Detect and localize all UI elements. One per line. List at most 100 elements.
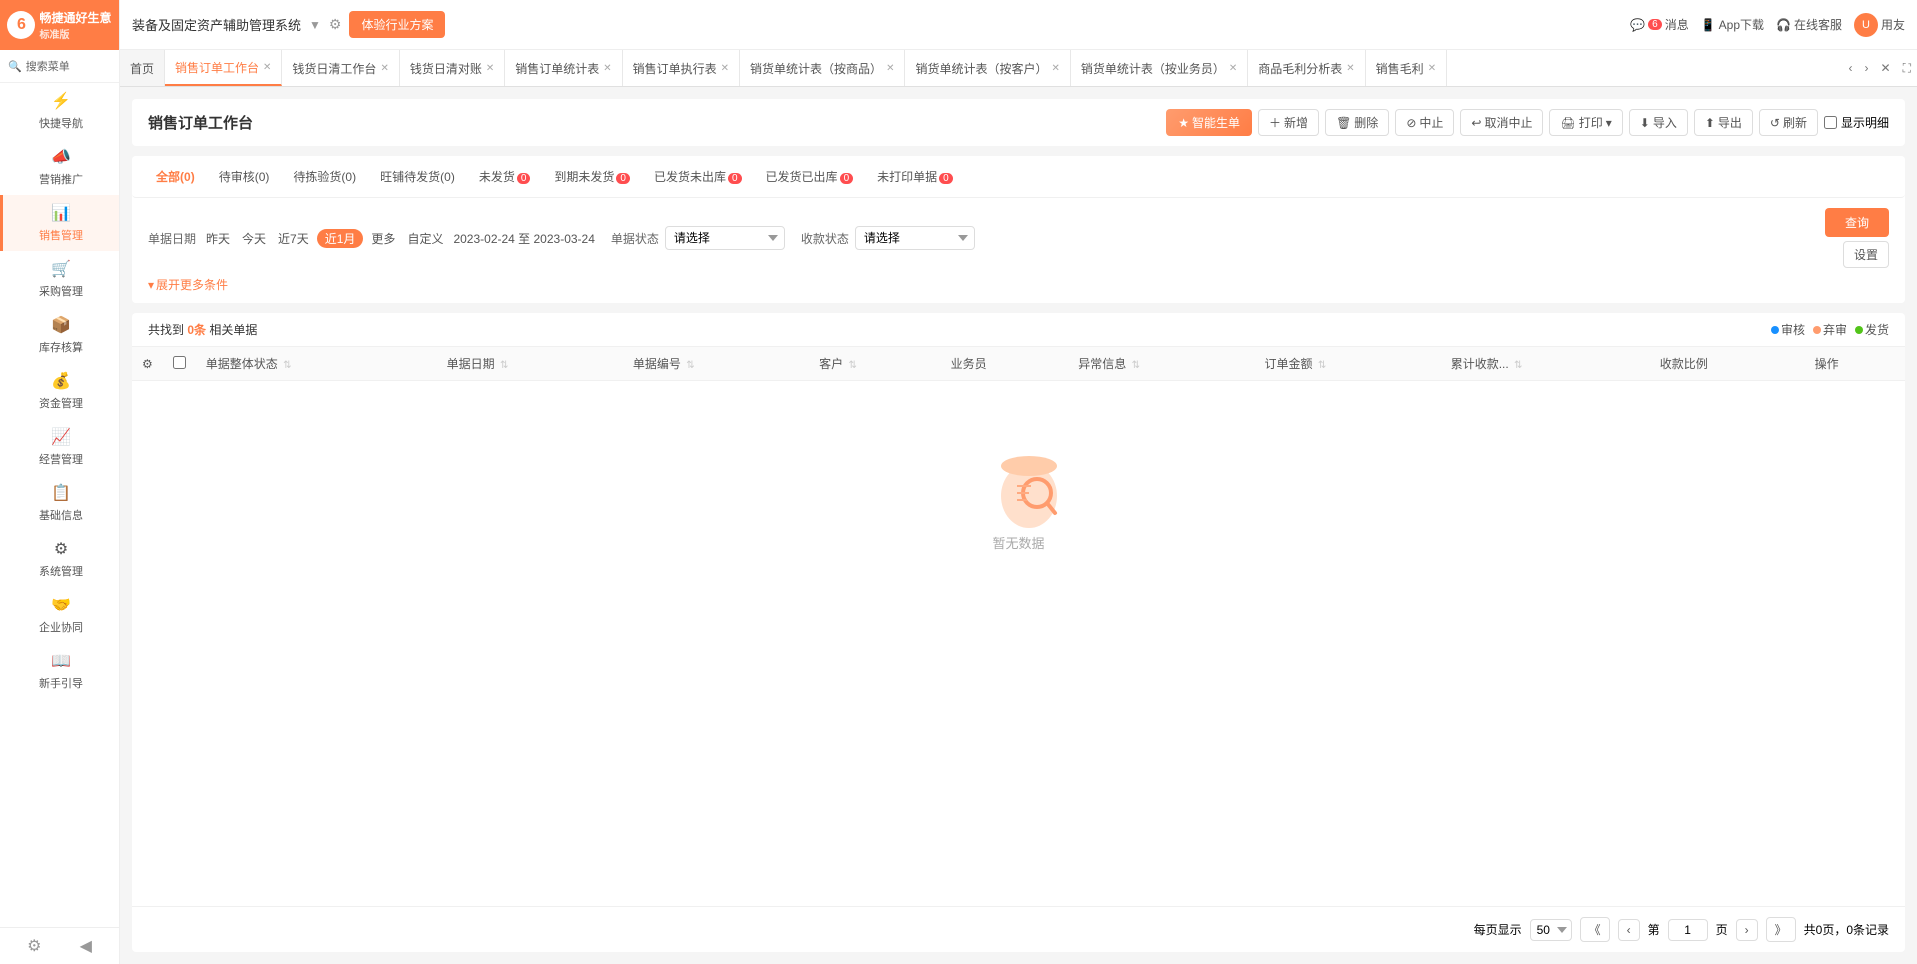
smart-generate-btn[interactable]: ★ 智能生单 xyxy=(1166,109,1252,136)
table-scroll-wrap[interactable]: ⚙ 单据整体状态 ⇅ 单据日期 ⇅ 单据编号 xyxy=(132,347,1905,906)
col-doc-date-label: 单据日期 xyxy=(447,357,495,371)
sidebar-item-operations[interactable]: 📈 经营管理 xyxy=(0,419,119,475)
delete-btn[interactable]: 🗑 删除 xyxy=(1325,109,1389,136)
sidebar-item-cooperation[interactable]: 🤝 企业协同 xyxy=(0,587,119,643)
sub-tab-expired-not-shipped[interactable]: 到期未发货0 xyxy=(542,164,642,189)
last-page-btn[interactable]: 》 xyxy=(1766,917,1796,942)
unreview-btn[interactable]: 弃审 xyxy=(1813,321,1847,338)
next-page-btn[interactable]: › xyxy=(1736,919,1758,941)
topbar-settings-icon[interactable]: ⚙ xyxy=(329,16,342,33)
tab-sales-order-exec[interactable]: 销售订单执行表 ✕ xyxy=(623,50,740,86)
ship-btn[interactable]: 发货 xyxy=(1855,321,1889,338)
sub-tab-not-shipped[interactable]: 未发货0 xyxy=(467,164,543,189)
expand-more-btn[interactable]: ▾ 展开更多条件 xyxy=(148,276,228,293)
sidebar-item-marketing[interactable]: 📣 营销推广 xyxy=(0,139,119,195)
col-abnormal-sort-icon[interactable]: ⇅ xyxy=(1132,360,1140,371)
tab-close-all-icon[interactable]: ✕ xyxy=(1875,50,1897,86)
user-btn[interactable]: U 用友 xyxy=(1854,13,1905,37)
col-settings[interactable]: ⚙ xyxy=(132,347,163,381)
col-doc-status-sort-icon[interactable]: ⇅ xyxy=(283,360,291,371)
col-customer-sort-icon[interactable]: ⇅ xyxy=(848,360,856,371)
show-detail-label[interactable]: 显示明细 xyxy=(1824,114,1889,131)
col-checkbox[interactable] xyxy=(163,347,196,381)
filter-payment-select[interactable]: 请选择 xyxy=(855,226,975,250)
col-order-amount-sort-icon[interactable]: ⇅ xyxy=(1318,360,1326,371)
date-shortcut-today[interactable]: 今天 xyxy=(238,229,270,248)
date-shortcut-last7[interactable]: 近7天 xyxy=(274,229,313,248)
sidebar-item-basic-info[interactable]: 📋 基础信息 xyxy=(0,475,119,531)
select-all-checkbox[interactable] xyxy=(173,356,186,369)
first-page-btn[interactable]: 《 xyxy=(1580,917,1610,942)
tab-sales-stat-staff[interactable]: 销货单统计表（按业务员） ✕ xyxy=(1071,50,1248,86)
tab-close-icon-4[interactable]: ✕ xyxy=(603,63,611,74)
print-btn[interactable]: 🖨 打印 ▾ xyxy=(1549,109,1622,136)
col-collected-sort-icon[interactable]: ⇅ xyxy=(1514,360,1522,371)
message-btn[interactable]: 💬 6 消息 xyxy=(1630,16,1689,33)
refresh-btn[interactable]: ↺ 刷新 xyxy=(1759,109,1818,136)
sidebar-collapse-icon[interactable]: ◀ xyxy=(80,936,92,956)
add-btn[interactable]: ＋ 新增 xyxy=(1258,109,1319,136)
col-doc-no-sort-icon[interactable]: ⇅ xyxy=(686,360,694,371)
col-doc-date-sort-icon[interactable]: ⇅ xyxy=(500,360,508,371)
prev-page-btn[interactable]: ‹ xyxy=(1618,919,1640,941)
tab-sales-order-workbench[interactable]: 销售订单工作台 ✕ xyxy=(165,50,282,86)
sidebar-item-sales[interactable]: 📊 销售管理 xyxy=(0,195,119,251)
topbar-dropdown-icon[interactable]: ▼ xyxy=(309,18,321,32)
tab-scroll-left-icon[interactable]: ‹ xyxy=(1843,50,1859,86)
sidebar-item-quick-nav[interactable]: ⚡ 快捷导航 xyxy=(0,83,119,139)
tab-close-icon-6[interactable]: ✕ xyxy=(886,63,894,74)
date-shortcut-last1m[interactable]: 近1月 xyxy=(317,229,364,248)
tab-expand-icon[interactable]: ⛶ xyxy=(1897,50,1917,86)
online-service-btn[interactable]: 🎧 在线客服 xyxy=(1776,16,1842,33)
tab-gross-profit[interactable]: 商品毛利分析表 ✕ xyxy=(1248,50,1365,86)
sub-tab-shipped-out[interactable]: 已发货已出库0 xyxy=(754,164,866,189)
tab-cash-reconcile[interactable]: 钱货日清对账 ✕ xyxy=(400,50,505,86)
export-btn[interactable]: ⬆ 导出 xyxy=(1694,109,1753,136)
tab-close-icon-8[interactable]: ✕ xyxy=(1229,63,1237,74)
tab-sales-stat-customer[interactable]: 销货单统计表（按客户） ✕ xyxy=(905,50,1070,86)
sidebar-item-inventory[interactable]: 📦 库存核算 xyxy=(0,307,119,363)
tab-close-icon-10[interactable]: ✕ xyxy=(1428,63,1436,74)
date-shortcut-yesterday[interactable]: 昨天 xyxy=(202,229,234,248)
tab-scroll-right-icon[interactable]: › xyxy=(1859,50,1875,86)
tab-sales-profit[interactable]: 销售毛利 ✕ xyxy=(1366,50,1447,86)
date-shortcut-custom[interactable]: 自定义 xyxy=(403,229,447,248)
tab-close-icon-9[interactable]: ✕ xyxy=(1346,63,1354,74)
sub-tab-pending-inspect[interactable]: 待拣验货(0) xyxy=(281,164,368,189)
sidebar-settings-icon[interactable]: ⚙ xyxy=(27,936,41,956)
page-input[interactable] xyxy=(1668,919,1708,941)
sub-tab-pending-review[interactable]: 待审核(0) xyxy=(207,164,282,189)
tab-close-icon-7[interactable]: ✕ xyxy=(1051,63,1059,74)
sub-tab-all[interactable]: 全部(0) xyxy=(144,164,207,189)
industry-btn[interactable]: 体验行业方案 xyxy=(349,11,445,38)
review-btn[interactable]: 审核 xyxy=(1771,321,1805,338)
sub-tab-not-printed[interactable]: 未打印单据0 xyxy=(865,164,965,189)
sidebar-item-system[interactable]: ⚙ 系统管理 xyxy=(0,531,119,587)
cancel-stop-btn[interactable]: ↩ 取消中止 xyxy=(1460,109,1543,136)
tab-sales-order-stat[interactable]: 销售订单统计表 ✕ xyxy=(505,50,622,86)
sidebar-item-finance[interactable]: 💰 资金管理 xyxy=(0,363,119,419)
tab-close-icon-3[interactable]: ✕ xyxy=(486,63,494,74)
sub-tab-shipped-not-out[interactable]: 已发货未出库0 xyxy=(642,164,754,189)
filter-status-select[interactable]: 请选择 xyxy=(665,226,785,250)
date-range-display[interactable]: 2023-02-24 至 2023-03-24 xyxy=(453,230,594,247)
query-btn[interactable]: 查询 xyxy=(1825,208,1889,237)
page-of-label: 页 xyxy=(1716,921,1728,938)
page-size-select[interactable]: 50 xyxy=(1530,919,1572,941)
tab-sales-stat-product[interactable]: 销货单统计表（按商品） ✕ xyxy=(740,50,905,86)
show-detail-checkbox[interactable] xyxy=(1824,116,1837,129)
tab-home[interactable]: 首页 xyxy=(120,50,165,86)
sub-tab-wangpu[interactable]: 旺铺待发货(0) xyxy=(368,164,467,189)
filter-settings-btn[interactable]: 设置 xyxy=(1843,241,1889,268)
tab-close-icon-2[interactable]: ✕ xyxy=(380,63,388,74)
import-btn[interactable]: ⬇ 导入 xyxy=(1629,109,1688,136)
tab-cash-daily[interactable]: 钱货日清工作台 ✕ xyxy=(282,50,399,86)
stop-btn[interactable]: ⊘ 中止 xyxy=(1395,109,1454,136)
date-shortcut-more[interactable]: 更多 xyxy=(367,229,399,248)
sidebar-search[interactable]: 🔍 搜索菜单 xyxy=(0,50,119,83)
sidebar-item-guide[interactable]: 📖 新手引导 xyxy=(0,643,119,699)
tab-close-icon-5[interactable]: ✕ xyxy=(721,63,729,74)
tab-close-icon[interactable]: ✕ xyxy=(263,62,271,73)
app-download-btn[interactable]: 📱 App下载 xyxy=(1701,16,1764,33)
sidebar-item-purchase[interactable]: 🛒 采购管理 xyxy=(0,251,119,307)
